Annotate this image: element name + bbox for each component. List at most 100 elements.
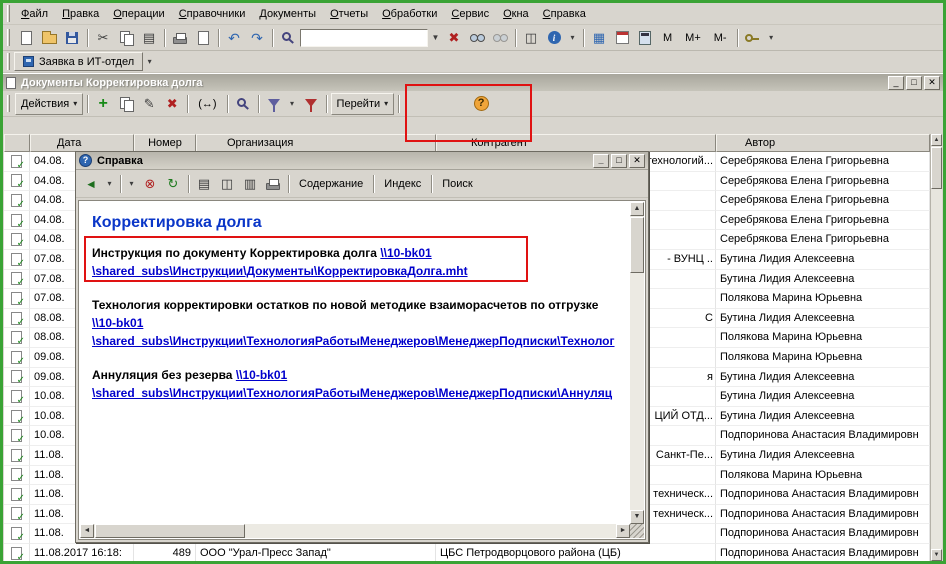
column-header-1[interactable]: Дата (30, 134, 134, 152)
resize-grip[interactable] (630, 524, 644, 538)
favorites-icon[interactable]: ▥ (239, 173, 261, 195)
column-header-5[interactable]: Автор (716, 134, 930, 152)
stop-icon[interactable]: ⊗ (139, 173, 161, 195)
menu-item-4[interactable]: Справочники (172, 5, 253, 23)
filter-icon[interactable] (263, 93, 285, 115)
info-icon[interactable]: i (543, 27, 565, 49)
add-icon[interactable]: + (92, 93, 114, 115)
open-document-icon[interactable] (38, 27, 60, 49)
help-topic-path-line: \shared_subs\Инструкции\ТехнологияРаботы… (92, 384, 624, 402)
forward-dropdown-icon[interactable]: ▾ (125, 173, 138, 195)
show-contents-icon[interactable]: ▤ (193, 173, 215, 195)
contents-button[interactable]: Содержание (293, 173, 369, 195)
redo-icon[interactable]: ↷ (246, 27, 268, 49)
menu-grip (7, 5, 10, 22)
refresh-icon[interactable]: ↻ (162, 173, 184, 195)
paste-icon[interactable]: ▤ (138, 27, 160, 49)
help-scroll-down-icon[interactable]: ▼ (630, 510, 644, 524)
print-icon[interactable] (262, 173, 284, 195)
help-maximize-icon[interactable]: □ (611, 153, 627, 168)
search-button[interactable]: Поиск (436, 173, 478, 195)
find-next-binoculars-icon[interactable] (489, 27, 511, 49)
help-topic-path-link[interactable]: \shared_subs\Инструкции\ТехнологияРаботы… (92, 386, 612, 400)
table-vertical-scrollbar[interactable]: ▲ ▼ (930, 134, 942, 561)
goto-button[interactable]: Перейти ▾ (330, 92, 395, 115)
help-vertical-scrollbar[interactable]: ▲ ▼ (630, 202, 644, 524)
print-icon[interactable] (169, 27, 191, 49)
quick-search-combo-input[interactable] (301, 29, 427, 46)
tab-zayavka-it-otdel[interactable]: Заявка в ИТ-отдел (14, 52, 144, 71)
scroll-up-icon[interactable]: ▲ (931, 134, 942, 146)
copy-row-icon[interactable] (115, 93, 137, 115)
help-horizontal-scrollbar[interactable]: ◄ ► (80, 524, 630, 538)
scroll-down-icon[interactable]: ▼ (931, 549, 942, 561)
edit-icon[interactable]: ✎ (138, 93, 160, 115)
help-window-titlebar[interactable]: ? Справка _ □ ✕ (76, 152, 648, 170)
calendar-icon[interactable] (611, 27, 633, 49)
help-topic-path-link[interactable]: \shared_subs\Инструкции\ТехнологияРаботы… (92, 334, 615, 348)
memory-m-plus-button[interactable]: М+ (679, 27, 707, 49)
autowidth-button[interactable]: (↔) (192, 93, 222, 115)
help-scroll-left-icon[interactable]: ◄ (80, 524, 94, 538)
info-dropdown-icon[interactable]: ▾ (566, 27, 579, 49)
memory-m-minus-button[interactable]: М- (708, 27, 733, 49)
help-topic-server-link[interactable]: \\10-bk01 (380, 246, 431, 260)
key-icon[interactable] (742, 27, 764, 49)
help-scroll-thumb[interactable] (630, 217, 644, 273)
back-dropdown-icon[interactable]: ▾ (103, 173, 116, 195)
related-windows-icon[interactable]: ◫ (520, 27, 542, 49)
quick-search-combo[interactable] (300, 28, 428, 47)
menu-item-1[interactable]: Файл (14, 5, 55, 23)
back-icon[interactable]: ◄ (80, 173, 102, 195)
help-topic-server-link[interactable]: \\10-bk01 (236, 368, 287, 382)
table-scroll-thumb[interactable] (931, 147, 942, 189)
row-icon-cell (4, 524, 30, 544)
help-scroll-up-icon[interactable]: ▲ (630, 202, 644, 216)
menu-item-8[interactable]: Сервис (444, 5, 496, 23)
help-topic-server-link[interactable]: \\10-bk01 (92, 316, 143, 330)
menu-item-7[interactable]: Обработки (375, 5, 444, 23)
memory-m-button[interactable]: М (657, 27, 678, 49)
index-button[interactable]: Индекс (378, 173, 427, 195)
menu-item-5[interactable]: Документы (252, 5, 323, 23)
minimize-icon[interactable]: _ (888, 75, 904, 90)
search-icon[interactable] (277, 27, 299, 49)
table-icon[interactable]: ▦ (588, 27, 610, 49)
restore-icon[interactable]: □ (906, 75, 922, 90)
close-icon[interactable]: ✕ (924, 75, 940, 90)
delete-icon[interactable]: ✖ (161, 93, 183, 115)
clear-search-icon[interactable]: ✖ (443, 27, 465, 49)
clear-filter-icon[interactable] (300, 93, 322, 115)
help-hscroll-thumb[interactable] (95, 524, 245, 538)
window-list-dropdown-icon[interactable]: ▾ (143, 51, 156, 73)
actions-button[interactable]: Действия ▾ (15, 92, 84, 115)
doc-window-titlebar[interactable]: Документы Корректировка долга _ □ ✕ (3, 73, 943, 91)
help-icon[interactable]: ? (470, 93, 492, 115)
help-close-icon[interactable]: ✕ (629, 153, 645, 168)
column-header-2[interactable]: Номер (134, 134, 196, 152)
filter-dropdown-icon[interactable]: ▾ (286, 93, 299, 115)
combo-dropdown-icon[interactable]: ▼ (429, 27, 442, 49)
print-preview-icon[interactable] (192, 27, 214, 49)
menu-item-3[interactable]: Операции (106, 5, 171, 23)
copy-icon[interactable] (115, 27, 137, 49)
menu-item-2[interactable]: Правка (55, 5, 106, 23)
table-search-icon[interactable] (232, 93, 254, 115)
calculator-icon[interactable] (634, 27, 656, 49)
column-header-3[interactable]: Организация (196, 134, 436, 152)
help-scroll-right-icon[interactable]: ► (616, 524, 630, 538)
find-binoculars-icon[interactable] (466, 27, 488, 49)
menu-item-10[interactable]: Справка (536, 5, 593, 23)
undo-icon[interactable]: ↶ (223, 27, 245, 49)
menu-item-9[interactable]: Окна (496, 5, 536, 23)
menu-item-6[interactable]: Отчеты (323, 5, 375, 23)
save-icon[interactable] (61, 27, 83, 49)
options-icon[interactable]: ◫ (216, 173, 238, 195)
help-topic-path-link[interactable]: \shared_subs\Инструкции\Документы\Коррек… (92, 264, 468, 278)
help-minimize-icon[interactable]: _ (593, 153, 609, 168)
cut-icon[interactable]: ✂ (92, 27, 114, 49)
key-dropdown-icon[interactable]: ▾ (765, 27, 778, 49)
column-header-4[interactable]: Контрагент (436, 134, 716, 152)
table-row[interactable]: 11.08.2017 16:18:489ООО "Урал-Пресс Запа… (4, 543, 930, 561)
new-document-icon[interactable] (15, 27, 37, 49)
